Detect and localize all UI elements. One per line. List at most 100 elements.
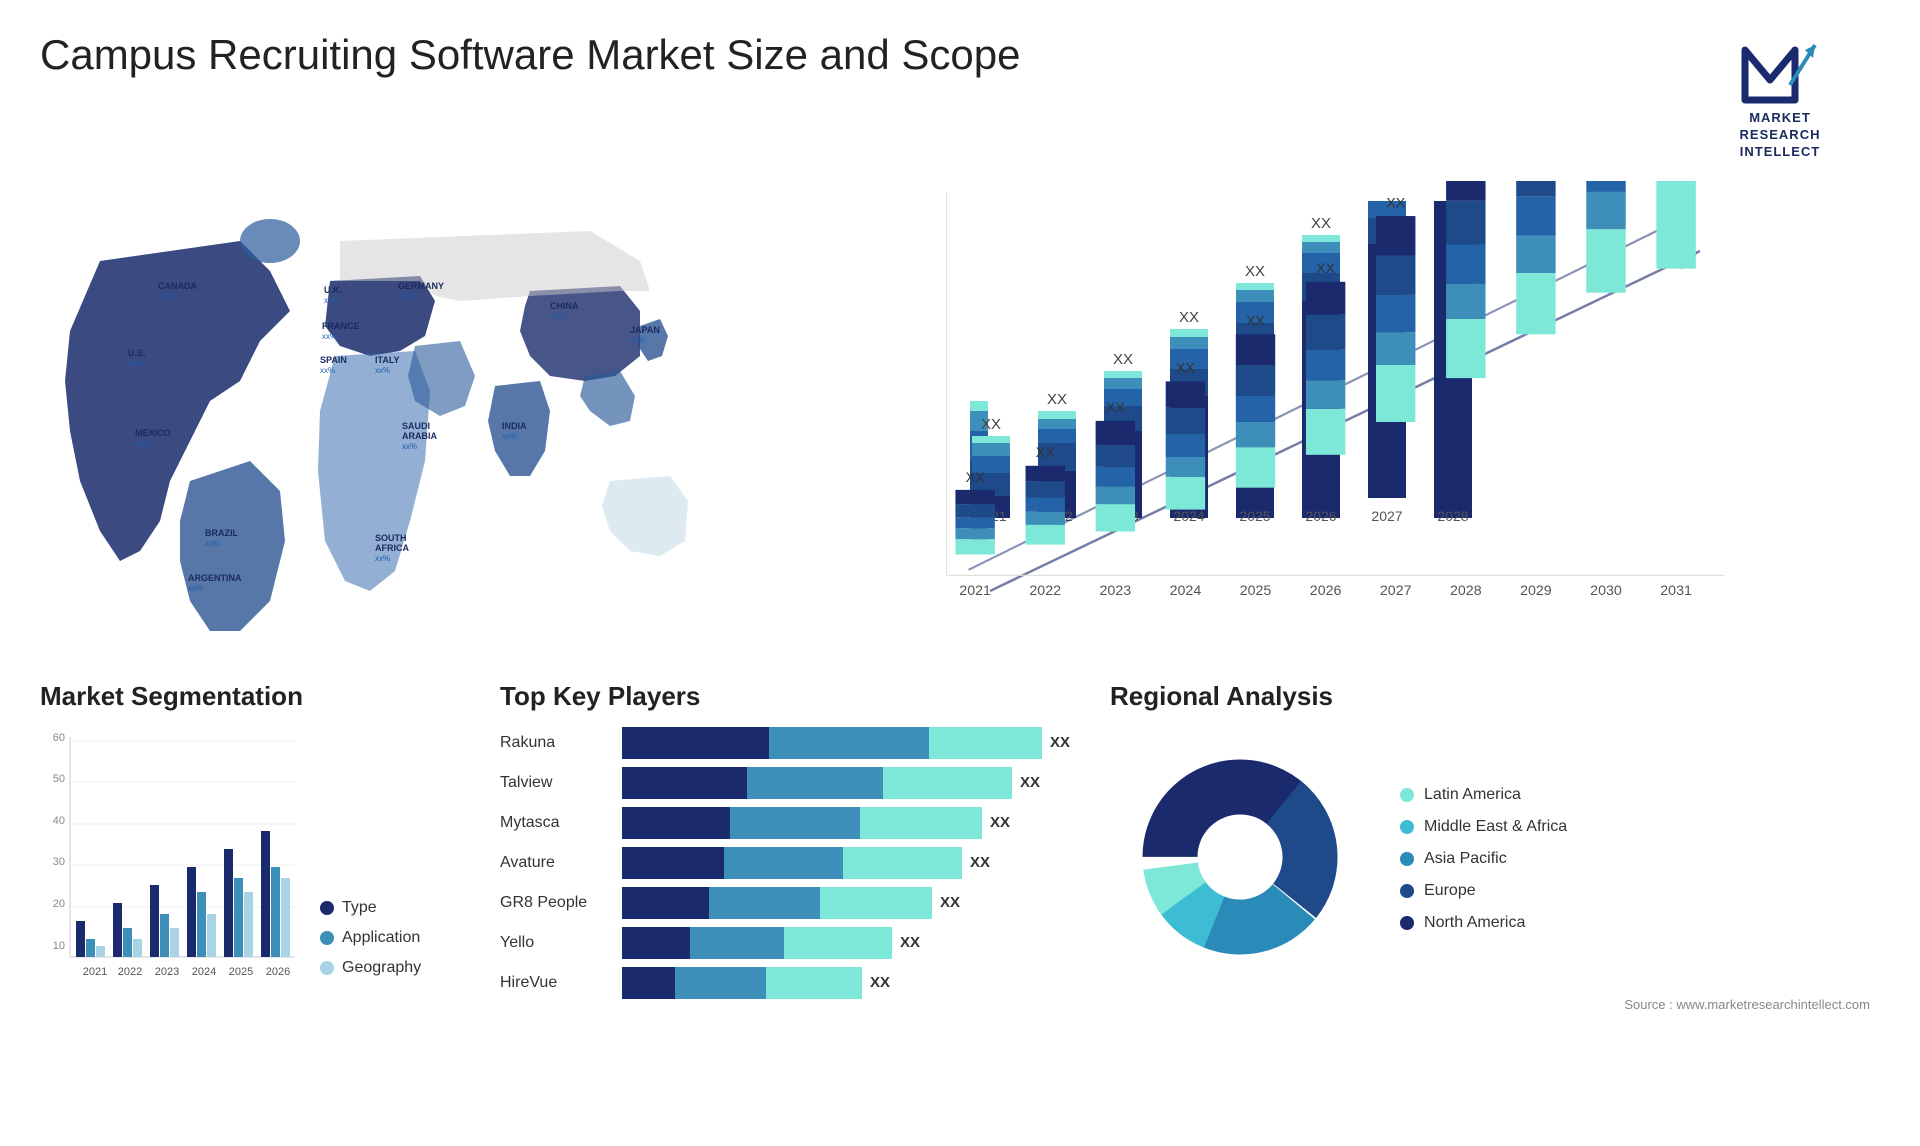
svg-text:30: 30: [53, 856, 65, 868]
svg-text:INDIA: INDIA: [502, 421, 527, 431]
players-list: Rakuna XX Talview: [500, 727, 1070, 999]
reg-legend-asia-pacific: Asia Pacific: [1400, 850, 1567, 868]
players-title: Top Key Players: [500, 681, 1070, 712]
reg-legend-latin-america: Latin America: [1400, 786, 1567, 804]
svg-text:U.K.: U.K.: [324, 285, 342, 295]
svg-text:2025: 2025: [229, 966, 253, 978]
svg-text:2031: 2031: [1660, 583, 1692, 599]
player-name-mytasca: Mytasca: [500, 814, 610, 832]
player-value-mytasca: XX: [990, 814, 1010, 831]
logo-text: MARKET RESEARCH INTELLECT: [1740, 110, 1821, 161]
svg-text:2029: 2029: [1520, 583, 1552, 599]
bar-chart-container: XX XX XX 2021 XX 2022: [780, 181, 1880, 641]
svg-text:xx%: xx%: [320, 366, 335, 375]
svg-text:2021: 2021: [83, 966, 107, 978]
svg-text:2022: 2022: [118, 966, 142, 978]
reg-dot-latin-america: [1400, 788, 1414, 802]
svg-text:SPAIN: SPAIN: [320, 355, 347, 365]
page-title: Campus Recruiting Software Market Size a…: [40, 30, 1020, 80]
player-value-hirevue: XX: [870, 974, 890, 991]
header: Campus Recruiting Software Market Size a…: [0, 0, 1920, 171]
bar-chart-clean: XX 2021 XX 2022: [780, 181, 1880, 641]
player-row-yello: Yello XX: [500, 927, 1070, 959]
svg-text:xx%: xx%: [324, 296, 339, 305]
logo-area: MARKET RESEARCH INTELLECT: [1680, 30, 1880, 161]
svg-text:ITALY: ITALY: [375, 355, 400, 365]
map-container: CANADA xx% U.S. xx% MEXICO xx% BRAZIL xx…: [40, 181, 740, 641]
svg-text:xx%: xx%: [402, 442, 417, 451]
svg-text:2023: 2023: [1100, 583, 1132, 599]
top-section: CANADA xx% U.S. xx% MEXICO xx% BRAZIL xx…: [0, 181, 1920, 661]
player-row-talview: Talview XX: [500, 767, 1070, 799]
player-name-talview: Talview: [500, 774, 610, 792]
player-bar-wrap-rakuna: XX: [622, 727, 1070, 759]
reg-label-mea: Middle East & Africa: [1424, 818, 1567, 836]
source-text: Source : www.marketresearchintellect.com: [1110, 997, 1880, 1012]
svg-text:2030: 2030: [1590, 583, 1622, 599]
players-container: Top Key Players Rakuna XX Talview: [500, 681, 1070, 1081]
svg-text:xx%: xx%: [502, 432, 517, 441]
bar-chart-svg: XX 2021 XX 2022: [780, 181, 1880, 641]
svg-text:JAPAN: JAPAN: [630, 325, 660, 335]
donut-svg: [1110, 727, 1370, 987]
player-name-rakuna: Rakuna: [500, 734, 610, 752]
player-name-gr8people: GR8 People: [500, 894, 610, 912]
svg-text:XX: XX: [1036, 445, 1055, 461]
svg-text:CHINA: CHINA: [550, 301, 579, 311]
legend-geography: Geography: [320, 959, 421, 977]
svg-text:2021: 2021: [959, 583, 991, 599]
legend-type: Type: [320, 899, 421, 917]
reg-legend-north-america: North America: [1400, 914, 1567, 932]
svg-text:60: 60: [53, 732, 65, 744]
reg-label-asia-pacific: Asia Pacific: [1424, 850, 1507, 868]
svg-text:U.S.: U.S.: [128, 348, 146, 358]
svg-text:CANADA: CANADA: [158, 281, 197, 291]
player-bar-wrap-mytasca: XX: [622, 807, 1070, 839]
legend-dot-application: [320, 931, 334, 945]
player-value-gr8people: XX: [940, 894, 960, 911]
svg-text:ARGENTINA: ARGENTINA: [188, 573, 242, 583]
svg-text:2026: 2026: [266, 966, 290, 978]
svg-text:xx%: xx%: [135, 439, 150, 448]
player-value-rakuna: XX: [1050, 734, 1070, 751]
seg-chart-svg: 60 50 40 30 20 10 2021: [40, 727, 300, 1007]
player-bar-wrap-hirevue: XX: [622, 967, 1070, 999]
world-map: CANADA xx% U.S. xx% MEXICO xx% BRAZIL xx…: [40, 181, 740, 651]
svg-text:SAUDI: SAUDI: [402, 421, 430, 431]
segmentation-container: Market Segmentation 60 50 40 30 20 10: [40, 681, 460, 1081]
svg-text:XX: XX: [1386, 195, 1405, 211]
seg-chart-area: 60 50 40 30 20 10 2021: [40, 727, 460, 1007]
reg-label-north-america: North America: [1424, 914, 1525, 932]
svg-text:10: 10: [53, 940, 65, 952]
svg-text:2022: 2022: [1029, 583, 1061, 599]
svg-text:FRANCE: FRANCE: [322, 321, 360, 331]
svg-text:xx%: xx%: [398, 292, 413, 301]
donut-svg-wrap: [1110, 727, 1370, 992]
legend-application: Application: [320, 929, 421, 947]
svg-text:xx%: xx%: [205, 539, 220, 548]
svg-text:2024: 2024: [192, 966, 216, 978]
svg-text:XX: XX: [1176, 360, 1195, 376]
player-name-avature: Avature: [500, 854, 610, 872]
bottom-section: Market Segmentation 60 50 40 30 20 10: [0, 681, 1920, 1081]
reg-dot-mea: [1400, 820, 1414, 834]
player-row-hirevue: HireVue XX: [500, 967, 1070, 999]
svg-text:xx%: xx%: [128, 359, 143, 368]
reg-legend-europe: Europe: [1400, 882, 1567, 900]
svg-text:xx%: xx%: [550, 312, 565, 321]
svg-text:XX: XX: [1106, 400, 1125, 416]
svg-text:BRAZIL: BRAZIL: [205, 528, 238, 538]
svg-text:2024: 2024: [1170, 583, 1202, 599]
reg-label-latin-america: Latin America: [1424, 786, 1521, 804]
svg-text:XX: XX: [1246, 313, 1265, 329]
svg-text:ARABIA: ARABIA: [402, 431, 437, 441]
legend-label-type: Type: [342, 899, 377, 917]
svg-text:40: 40: [53, 815, 65, 827]
svg-text:AFRICA: AFRICA: [375, 543, 409, 553]
regional-container: Regional Analysis: [1110, 681, 1880, 1081]
svg-text:20: 20: [53, 898, 65, 910]
player-value-avature: XX: [970, 854, 990, 871]
player-bar-wrap-gr8people: XX: [622, 887, 1070, 919]
legend-dot-type: [320, 901, 334, 915]
legend-label-application: Application: [342, 929, 420, 947]
